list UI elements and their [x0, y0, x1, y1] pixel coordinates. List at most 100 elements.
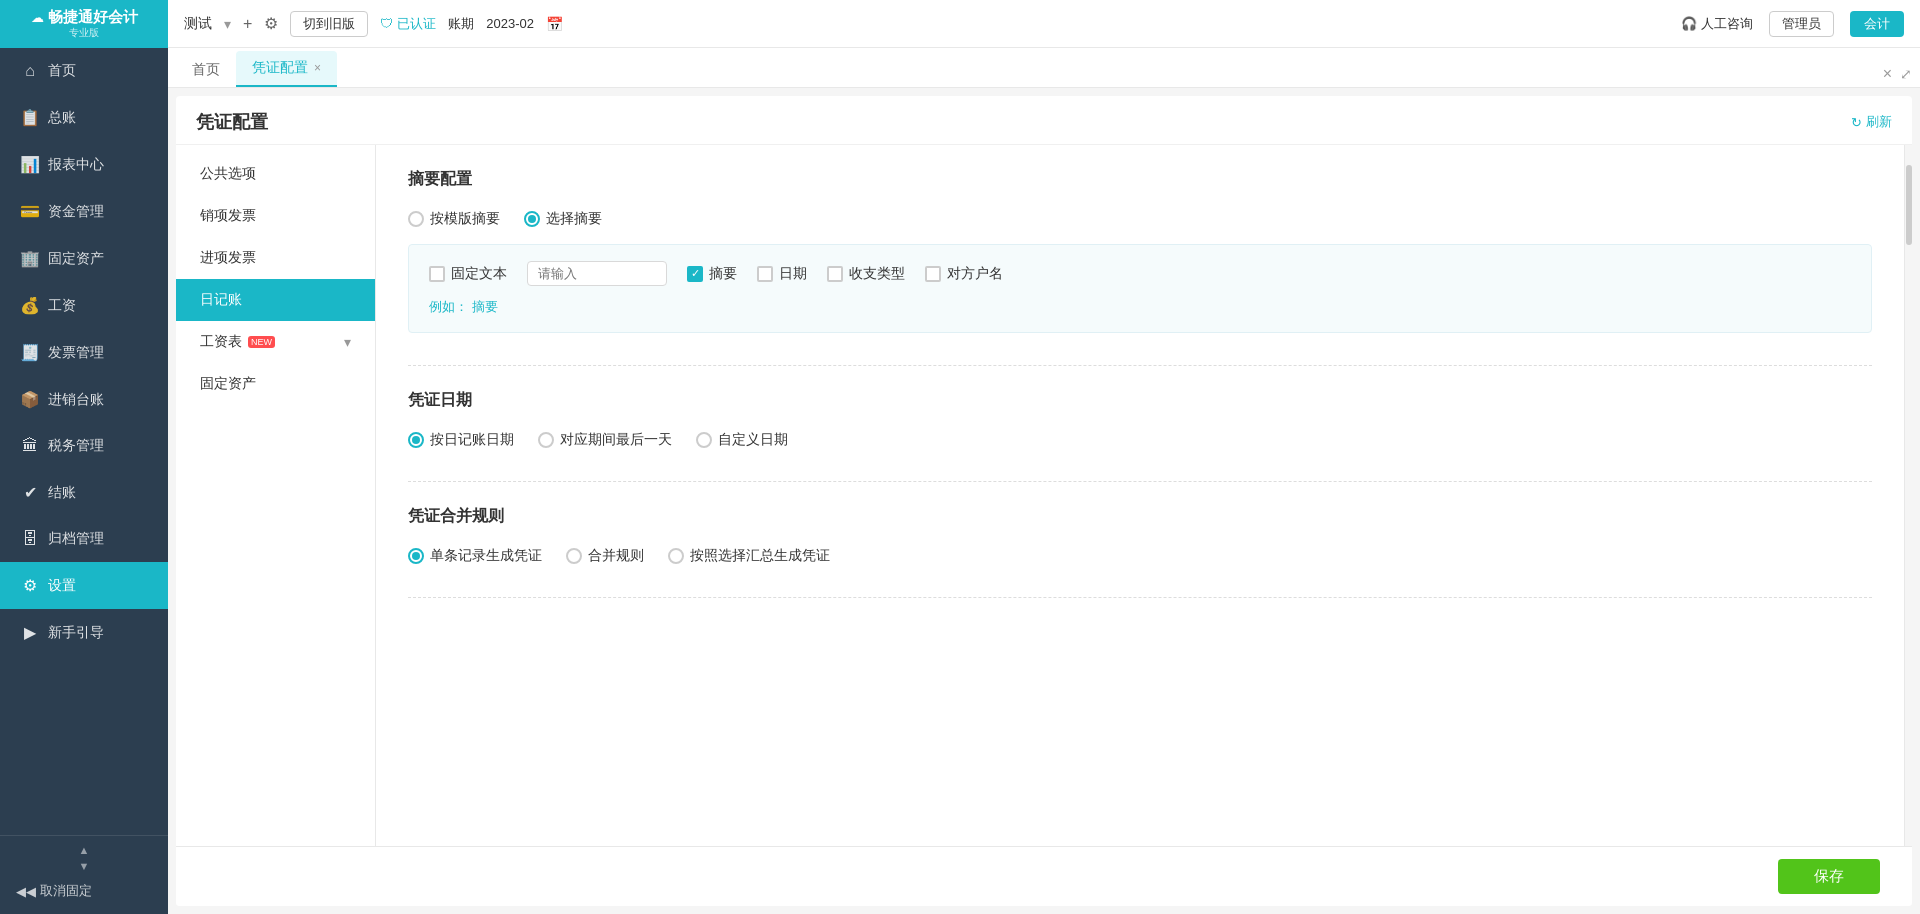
radio-select-merge-label: 按照选择汇总生成凭证 [690, 547, 830, 565]
expand-icon[interactable]: ⤢ [1900, 66, 1912, 82]
sidebar-item-tax[interactable]: 🏛税务管理 [0, 423, 168, 469]
sidebar-label-closing: 结账 [48, 484, 76, 502]
sidebar-icon-guide: ▶ [20, 623, 40, 642]
page-title: 凭证配置 [196, 110, 268, 134]
left-nav-item-purchase_invoice[interactable]: 进项发票 [176, 237, 375, 279]
sidebar-item-settings[interactable]: ⚙设置 [0, 562, 168, 609]
checkbox-date-label: 日期 [779, 265, 807, 283]
sidebar-label-wages: 工资 [48, 297, 76, 315]
checkbox-summary[interactable]: ✓ 摘要 [687, 265, 737, 283]
tab-active[interactable]: 凭证配置 × [236, 51, 337, 87]
merge-section: 凭证合并规则 单条记录生成凭证 [408, 506, 1872, 565]
left-nav: 公共选项销项发票进项发票日记账工资表NEW▾固定资产 [176, 145, 376, 846]
sidebar-item-reports[interactable]: 📊 报表中心 [0, 141, 168, 188]
logo-name: 畅捷通好会计 [48, 8, 138, 26]
radio-journal-date-label: 按日记账日期 [430, 431, 514, 449]
radio-template[interactable]: 按模版摘要 [408, 210, 500, 228]
left-nav-label-payroll: 工资表 [200, 333, 242, 351]
sidebar-item-home[interactable]: ⌂首页 [0, 48, 168, 94]
radio-journal-date[interactable]: 按日记账日期 [408, 431, 514, 449]
sidebar: ⌂首页📋总账📊报表中心💳资金管理🏢固定资产💰工资🧾发票管理📦进销台账🏛税务管理✔… [0, 48, 168, 914]
checkbox-summary-box: ✓ [687, 266, 703, 282]
sidebar-label-reports: 报表中心 [48, 156, 104, 174]
cancel-fixed-btn[interactable]: ◀◀ 取消固定 [0, 874, 168, 908]
left-nav-item-fixed_assets[interactable]: 固定资产 [176, 363, 375, 405]
checkbox-income-type[interactable]: 收支类型 [827, 265, 905, 283]
scroll-up-arrow[interactable]: ▲ [0, 842, 168, 858]
radio-template-circle [408, 211, 424, 227]
radio-period-last-circle [538, 432, 554, 448]
sidebar-item-assets[interactable]: 🏢固定资产 [0, 235, 168, 282]
radio-single-circle [408, 548, 424, 564]
save-bar: 保存 [176, 846, 1912, 906]
sidebar-icon-settings: ⚙ [20, 576, 40, 595]
settings-icon[interactable]: ⚙ [264, 14, 278, 33]
sidebar-icon-funds: 💳 [20, 202, 40, 221]
example-value: 摘要 [472, 298, 498, 316]
checkbox-income-type-box [827, 266, 843, 282]
refresh-btn[interactable]: ↻ 刷新 [1851, 113, 1892, 131]
checkbox-date[interactable]: 日期 [757, 265, 807, 283]
consult-btn[interactable]: 🎧 人工咨询 [1681, 15, 1753, 33]
chevron-down-icon: ▾ [344, 334, 351, 350]
radio-single[interactable]: 单条记录生成凭证 [408, 547, 542, 565]
left-nav-item-payroll[interactable]: 工资表NEW▾ [176, 321, 375, 363]
sidebar-label-assets: 固定资产 [48, 250, 104, 268]
divider-3 [408, 597, 1872, 598]
sidebar-item-sales[interactable]: 📦进销台账 [0, 376, 168, 423]
radio-single-label: 单条记录生成凭证 [430, 547, 542, 565]
headset-icon: 🎧 [1681, 16, 1697, 31]
left-nav-label-public: 公共选项 [200, 165, 256, 183]
tab-home-label: 首页 [192, 61, 220, 77]
sidebar-item-invoice[interactable]: 🧾发票管理 [0, 329, 168, 376]
radio-custom-date[interactable]: 自定义日期 [696, 431, 788, 449]
fixed-text-input[interactable] [527, 261, 667, 286]
v-scrollbar[interactable] [1904, 145, 1912, 846]
calendar-icon[interactable]: 📅 [546, 16, 563, 32]
sidebar-label-tax: 税务管理 [48, 437, 104, 455]
radio-select[interactable]: 选择摘要 [524, 210, 602, 228]
sidebar-item-closing[interactable]: ✔ 结账 [0, 469, 168, 516]
left-nav-item-sales_invoice[interactable]: 销项发票 [176, 195, 375, 237]
add-icon[interactable]: + [243, 15, 252, 33]
left-nav-item-journal[interactable]: 日记账 [176, 279, 375, 321]
checkbox-fixed-text[interactable]: 固定文本 [429, 265, 507, 283]
switch-old-btn[interactable]: 切到旧版 [290, 11, 368, 37]
divider-1 [408, 365, 1872, 366]
logo-sub: 专业版 [69, 26, 99, 40]
tab-home[interactable]: 首页 [176, 53, 236, 87]
sidebar-item-archive[interactable]: 🗄归档管理 [0, 516, 168, 562]
radio-select-merge[interactable]: 按照选择汇总生成凭证 [668, 547, 830, 565]
dropdown-icon[interactable]: ▾ [224, 16, 231, 32]
summary-radio-group: 按模版摘要 选择摘要 [408, 210, 1872, 228]
radio-period-last[interactable]: 对应期间最后一天 [538, 431, 672, 449]
sidebar-label-invoice: 发票管理 [48, 344, 104, 362]
checkbox-date-box [757, 266, 773, 282]
sidebar-item-ledger[interactable]: 📋总账 [0, 94, 168, 141]
save-button[interactable]: 保存 [1778, 859, 1880, 894]
close-window-icon[interactable]: × [1883, 65, 1892, 83]
admin-btn[interactable]: 管理员 [1769, 11, 1834, 37]
sidebar-item-guide[interactable]: ▶新手引导 [0, 609, 168, 656]
radio-merge[interactable]: 合并规则 [566, 547, 644, 565]
sidebar-icon-home: ⌂ [20, 62, 40, 80]
sidebar-icon-closing: ✔ [20, 483, 40, 502]
radio-period-last-label: 对应期间最后一天 [560, 431, 672, 449]
left-nav-item-public[interactable]: 公共选项 [176, 153, 375, 195]
sidebar-label-sales: 进销台账 [48, 391, 104, 409]
example-row: 例如： 摘要 [429, 298, 1851, 316]
period-value: 2023-02 [486, 16, 534, 31]
sidebar-icon-reports: 📊 [20, 155, 40, 174]
accountant-btn[interactable]: 会计 [1850, 11, 1904, 37]
scroll-down-arrow[interactable]: ▼ [0, 858, 168, 874]
sidebar-icon-wages: 💰 [20, 296, 40, 315]
sidebar-icon-archive: 🗄 [20, 530, 40, 548]
shield-icon: 🛡 [380, 16, 393, 31]
sidebar-item-wages[interactable]: 💰 工资 [0, 282, 168, 329]
example-prefix: 例如： [429, 298, 468, 316]
sidebar-item-funds[interactable]: 💳资金管理 [0, 188, 168, 235]
checkbox-counterparty[interactable]: 对方户名 [925, 265, 1003, 283]
radio-template-label: 按模版摘要 [430, 210, 500, 228]
date-radio-group: 按日记账日期 对应期间最后一天 自定义日期 [408, 431, 1872, 449]
tab-close-icon[interactable]: × [314, 61, 321, 75]
